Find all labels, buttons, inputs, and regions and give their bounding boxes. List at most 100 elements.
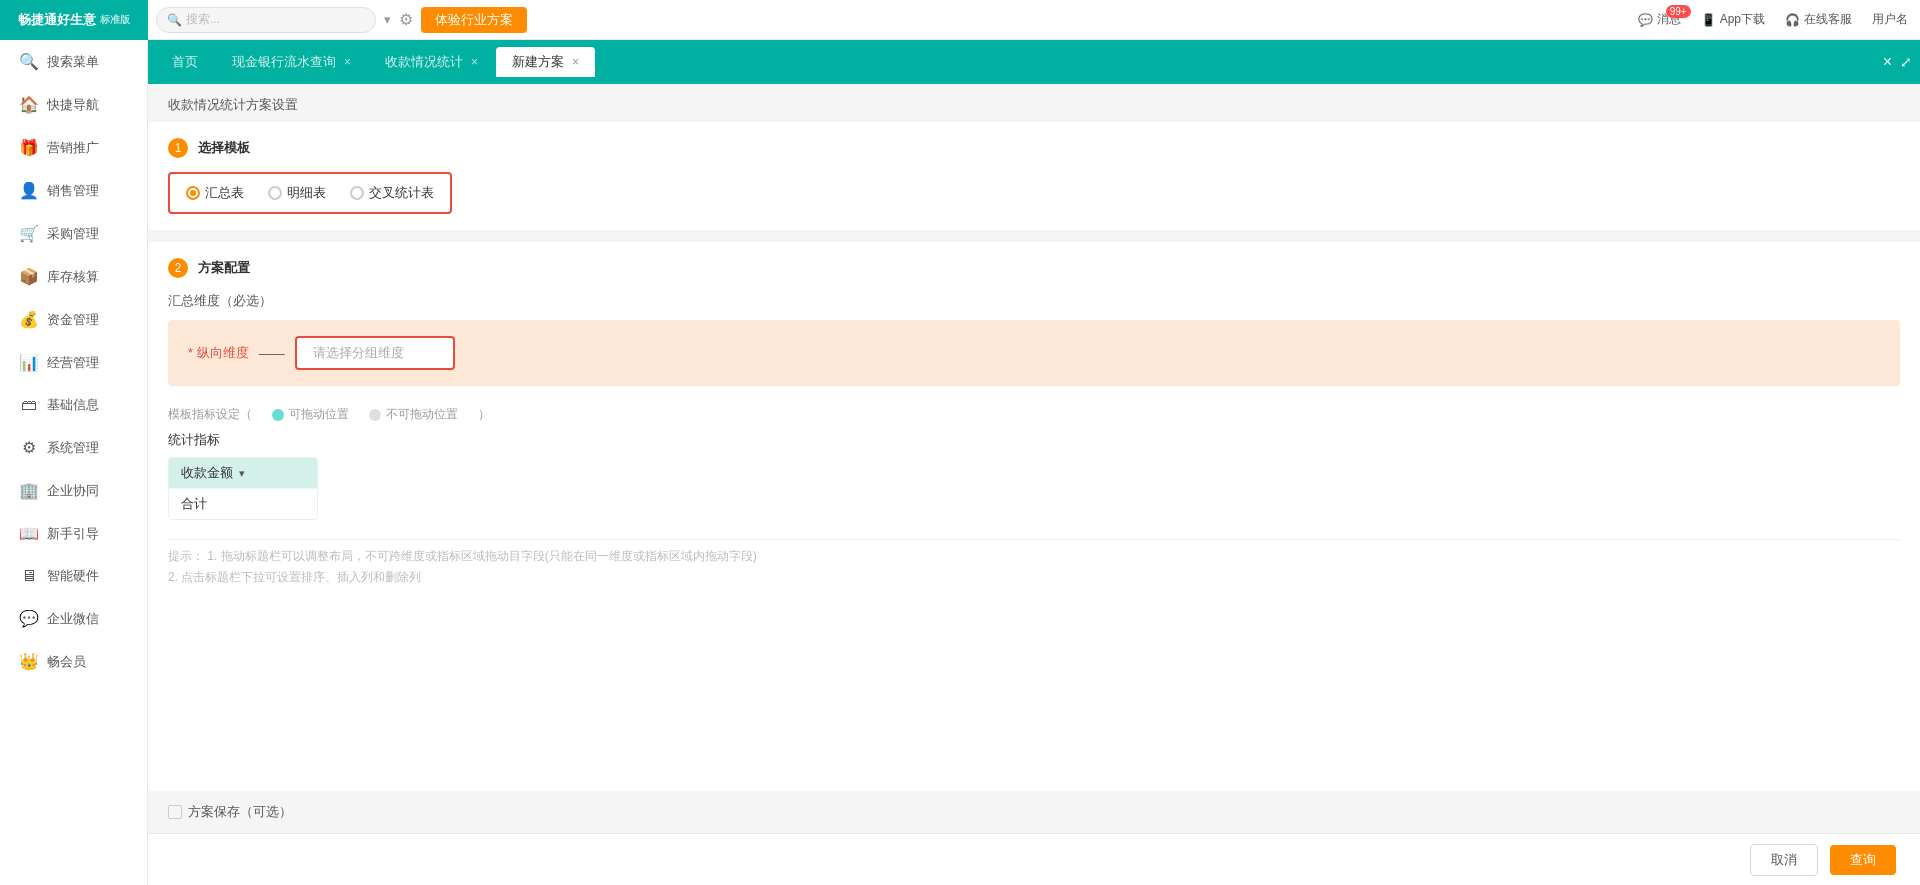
sidebar-item-smart-hw[interactable]: 🖥 智能硬件 xyxy=(0,555,147,597)
radio-cross[interactable]: 交叉统计表 xyxy=(350,184,434,202)
top-bar-right: 💬 消息 99+ 📱 App下载 🎧 在线客服 用户名 xyxy=(1638,11,1908,28)
search-placeholder: 搜索... xyxy=(186,11,220,28)
settings-icon[interactable]: ⚙ xyxy=(399,10,413,29)
vertical-dim-placeholder: 请选择分组维度 xyxy=(313,345,404,360)
no-drag-badge: 不可拖动位置 xyxy=(369,406,458,423)
vertical-dim-select[interactable]: 请选择分组维度 xyxy=(295,336,455,370)
box-icon: 📦 xyxy=(19,267,39,286)
tab-cash-bank[interactable]: 现金银行流水查询 × xyxy=(216,47,367,77)
sidebar-label-operations: 经营管理 xyxy=(47,354,99,372)
drag-badge: 可拖动位置 xyxy=(272,406,349,423)
person-icon: 👤 xyxy=(19,181,39,200)
radio-summary[interactable]: 汇总表 xyxy=(186,184,244,202)
indicator-col-label: 收款金额 xyxy=(181,464,233,482)
tab-bar-controls: × ⤢ xyxy=(1883,53,1912,71)
app-edition: 标准版 xyxy=(100,13,130,27)
tab-new-plan[interactable]: 新建方案 × xyxy=(496,47,595,77)
sidebar-item-purchase[interactable]: 🛒 采购管理 xyxy=(0,212,147,255)
indicators-label-row: 模板指标设定（ 可拖动位置 不可拖动位置 ） xyxy=(168,406,1900,423)
wechat-icon: 💬 xyxy=(19,609,39,628)
radio-cross-circle xyxy=(350,186,364,200)
query-button[interactable]: 查询 xyxy=(1830,845,1896,875)
sidebar-item-member[interactable]: 👑 畅会员 xyxy=(0,640,147,683)
top-bar: 畅捷通好生意 标准版 🔍 搜索... ▾ ⚙ 体验行业方案 💬 消息 99+ 📱… xyxy=(0,0,1920,40)
sidebar-item-wechat[interactable]: 💬 企业微信 xyxy=(0,597,147,640)
money-icon: 💰 xyxy=(19,310,39,329)
indicator-dropdown-icon[interactable]: ▾ xyxy=(239,467,245,480)
tab-expand-icon[interactable]: ⤢ xyxy=(1900,54,1912,70)
message-icon: 💬 xyxy=(1638,13,1653,27)
sidebar-item-beginner[interactable]: 📖 新手引导 xyxy=(0,512,147,555)
indicators-close-paren: ） xyxy=(478,406,490,423)
sidebar-label-member: 畅会员 xyxy=(47,653,86,671)
sidebar-item-search-menu[interactable]: 🔍 搜索菜单 xyxy=(0,40,147,83)
tab-home[interactable]: 首页 xyxy=(156,47,214,77)
vertical-dim-label: * 纵向维度 xyxy=(188,344,249,362)
cart-icon: 🛒 xyxy=(19,224,39,243)
tab-collection-stats[interactable]: 收款情况统计 × xyxy=(369,47,494,77)
save-plan-checkbox[interactable] xyxy=(168,805,182,819)
bottom-action-bar: 取消 查询 xyxy=(148,833,1920,885)
cancel-button[interactable]: 取消 xyxy=(1750,844,1818,876)
sidebar-label-smart-hw: 智能硬件 xyxy=(47,567,99,585)
home-icon: 🏠 xyxy=(19,95,39,114)
template-select-box: 汇总表 明细表 交叉统计表 xyxy=(168,172,452,214)
sidebar-label-wechat: 企业微信 xyxy=(47,610,99,628)
step1-number: 1 xyxy=(168,138,188,158)
step2-label: 2 方案配置 xyxy=(168,258,1900,278)
sidebar-label-beginner: 新手引导 xyxy=(47,525,99,543)
tip-2: 2. 点击标题栏下拉可设置排序、插入列和删除列 xyxy=(168,569,1900,586)
step2-number: 2 xyxy=(168,258,188,278)
sidebar-item-finance[interactable]: 💰 资金管理 xyxy=(0,298,147,341)
dimension-area: * 纵向维度 —— 请选择分组维度 xyxy=(168,320,1900,386)
save-plan-label: 方案保存（可选） xyxy=(188,803,292,821)
chart-icon: 📊 xyxy=(19,353,39,372)
indicator-header[interactable]: 收款金额 ▾ xyxy=(169,458,317,488)
online-service-area[interactable]: 🎧 在线客服 xyxy=(1785,11,1852,28)
notification-area[interactable]: 💬 消息 99+ xyxy=(1638,11,1681,28)
tab-cash-bank-close[interactable]: × xyxy=(344,55,351,69)
indicator-table: 收款金额 ▾ 合计 xyxy=(168,457,318,520)
save-plan-checkbox-label[interactable]: 方案保存（可选） xyxy=(168,803,292,821)
sidebar-item-system[interactable]: ⚙ 系统管理 xyxy=(0,426,147,469)
app-logo: 畅捷通好生意 xyxy=(18,11,96,29)
step1-label: 1 选择模板 xyxy=(168,138,1900,158)
sidebar-label-marketing: 营销推广 xyxy=(47,139,99,157)
tab-cash-bank-label: 现金银行流水查询 xyxy=(232,53,336,71)
tab-bar: 首页 现金银行流水查询 × 收款情况统计 × 新建方案 × × ⤢ xyxy=(148,40,1920,84)
database-icon: 🗃 xyxy=(19,396,39,414)
tab-collection-stats-label: 收款情况统计 xyxy=(385,53,463,71)
drag-dot-green xyxy=(272,409,284,421)
step1-section: 1 选择模板 汇总表 明细表 xyxy=(148,122,1920,230)
sidebar-item-marketing[interactable]: 🎁 营销推广 xyxy=(0,126,147,169)
tab-collection-stats-close[interactable]: × xyxy=(471,55,478,69)
sidebar-item-enterprise[interactable]: 🏢 企业协同 xyxy=(0,469,147,512)
content-area: 首页 现金银行流水查询 × 收款情况统计 × 新建方案 × × ⤢ 收 xyxy=(148,40,1920,885)
sidebar-item-basic-info[interactable]: 🗃 基础信息 xyxy=(0,384,147,426)
template-radio-group: 汇总表 明细表 交叉统计表 xyxy=(186,184,434,202)
trial-button[interactable]: 体验行业方案 xyxy=(421,7,527,33)
radio-detail[interactable]: 明细表 xyxy=(268,184,326,202)
username-label: 用户名 xyxy=(1872,11,1908,28)
download-label: App下载 xyxy=(1720,11,1765,28)
vertical-dim-row: * 纵向维度 —— 请选择分组维度 xyxy=(188,336,1880,370)
tab-close-all-icon[interactable]: × xyxy=(1883,53,1892,71)
breadcrumb-text: 收款情况统计方案设置 xyxy=(168,97,298,112)
sidebar-label-purchase: 采购管理 xyxy=(47,225,99,243)
tab-new-plan-close[interactable]: × xyxy=(572,55,579,69)
step2-title: 方案配置 xyxy=(198,259,250,277)
monitor-icon: 🖥 xyxy=(19,567,39,585)
search-chevron-icon[interactable]: ▾ xyxy=(384,12,391,27)
sidebar-item-sales[interactable]: 👤 销售管理 xyxy=(0,169,147,212)
page-content: 收款情况统计方案设置 1 选择模板 汇总表 明 xyxy=(148,84,1920,833)
sidebar-label-enterprise: 企业协同 xyxy=(47,482,99,500)
sidebar-item-quick-nav[interactable]: 🏠 快捷导航 xyxy=(0,83,147,126)
indicators-title-text: 模板指标设定（ xyxy=(168,406,252,423)
app-download-area[interactable]: 📱 App下载 xyxy=(1701,11,1765,28)
sidebar-item-operations[interactable]: 📊 经营管理 xyxy=(0,341,147,384)
top-search-bar[interactable]: 🔍 搜索... xyxy=(156,7,376,33)
summary-dim-title: 汇总维度（必选） xyxy=(168,292,1900,310)
no-drag-label: 不可拖动位置 xyxy=(386,406,458,423)
sidebar-item-inventory[interactable]: 📦 库存核算 xyxy=(0,255,147,298)
enterprise-icon: 🏢 xyxy=(19,481,39,500)
